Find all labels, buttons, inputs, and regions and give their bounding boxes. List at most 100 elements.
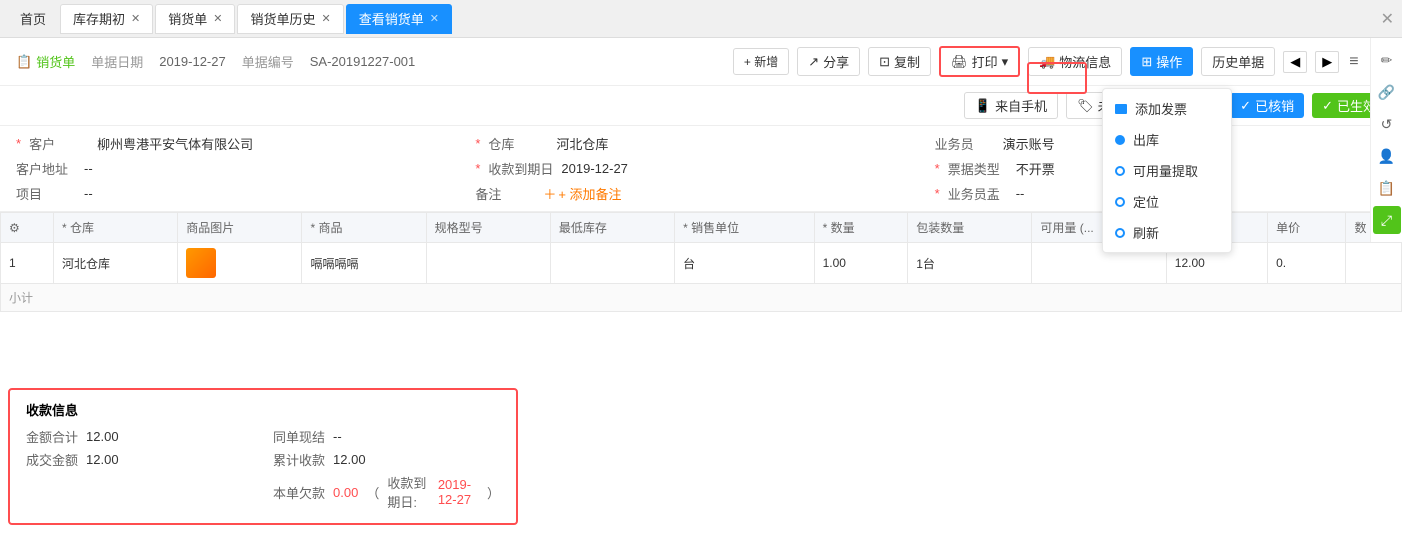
from-phone-button[interactable]: 📱 来自手机 <box>964 92 1058 119</box>
subtotal-row: 小计 <box>1 284 1402 312</box>
customer-value: 柳州粤港平安气体有限公司 <box>97 134 253 153</box>
add-invoice-label: 添加发票 <box>1135 99 1187 118</box>
cell-unit: 台 <box>675 243 815 284</box>
share-button[interactable]: ↗ 分享 <box>797 47 860 76</box>
sidebar-icon-edit[interactable]: ✏ <box>1373 46 1401 74</box>
logistics-button[interactable]: 🚚 物流信息 <box>1028 47 1122 76</box>
cumulative-label: 累计收款 <box>273 450 325 469</box>
cell-qty: 1.00 <box>814 243 908 284</box>
tab-close-sales[interactable]: ✕ <box>213 12 222 25</box>
grid-icon: ⊞ <box>1141 54 1152 70</box>
operation-button[interactable]: ⊞ 操作 <box>1130 47 1193 76</box>
right-sidebar: ✏ 🔗 ↺ 👤 📋 ⤢ <box>1370 38 1402 242</box>
same-settlement-value: -- <box>333 429 342 444</box>
subtotal-label: 小计 <box>1 284 1402 312</box>
warehouse-label: 仓库 <box>488 134 548 153</box>
dropdown-item-available-pickup[interactable]: 可用量提取 <box>1103 155 1231 186</box>
customer-group: * 客户 柳州粤港平安气体有限公司 <box>16 134 467 153</box>
cell-img <box>178 243 302 284</box>
outbound-icon <box>1115 135 1125 145</box>
history-label: 历史单据 <box>1212 52 1264 71</box>
cell-product: 嗝嗝嗝嗝 <box>302 243 426 284</box>
due-date-label: 收款到期日: <box>387 473 429 511</box>
print-button[interactable]: 🖨 打印 ▾ <box>939 46 1020 77</box>
project-value: -- <box>84 186 204 201</box>
tab-view-sales[interactable]: 查看销货单 ✕ <box>346 4 452 34</box>
payment-section: 收款信息 金额合计 12.00 成交金额 12.00 同单现结 -- 累计收款 … <box>8 388 518 525</box>
doc-type-label: 销货单 <box>36 52 75 71</box>
toolbar: + 新增 ↗ 分享 ⊡ 复制 🖨 打印 ▾ 🚚 物流信息 ⊞ 操作 <box>733 46 1386 77</box>
dropdown-item-outbound[interactable]: 出库 <box>1103 124 1231 155</box>
sidebar-icon-clipboard[interactable]: 📋 <box>1373 174 1401 202</box>
sidebar-icon-refresh[interactable]: ↺ <box>1373 110 1401 138</box>
dropdown-item-location[interactable]: 定位 <box>1103 186 1231 217</box>
payment-date-value: 2019-12-27 <box>561 161 681 176</box>
cell-amount <box>1346 243 1402 284</box>
cell-price: 0. <box>1268 243 1346 284</box>
refresh-icon <box>1115 228 1125 238</box>
copy-button[interactable]: ⊡ 复制 <box>868 47 931 76</box>
note-group: 备注 ＋ + 添加备注 <box>475 184 926 203</box>
tab-home[interactable]: 首页 <box>8 9 58 28</box>
share-label: 分享 <box>823 52 849 71</box>
staff-label: 业务员 <box>935 134 995 153</box>
warehouse-group: * 仓库 河北仓库 <box>475 134 926 153</box>
cell-warehouse: 河北仓库 <box>54 243 178 284</box>
sidebar-icon-user[interactable]: 👤 <box>1373 142 1401 170</box>
prev-button[interactable]: ◀ <box>1283 51 1307 73</box>
copy-icon: ⊡ <box>879 54 890 70</box>
current-owed-value: 0.00 <box>333 485 358 500</box>
location-label: 定位 <box>1133 192 1159 211</box>
doc-icon-symbol: 📋 <box>16 54 32 70</box>
copy-label: 复制 <box>894 52 920 71</box>
tab-close-inventory[interactable]: ✕ <box>131 12 140 25</box>
tab-close-view[interactable]: ✕ <box>430 12 439 25</box>
dropdown-item-add-invoice[interactable]: 添加发票 <box>1103 93 1231 124</box>
col-price: 单价 <box>1268 213 1346 243</box>
tab-label: 销货单历史 <box>250 9 315 28</box>
col-img: 商品图片 <box>178 213 302 243</box>
logistics-label: 物流信息 <box>1059 52 1111 71</box>
col-warehouse: * 仓库 <box>54 213 178 243</box>
cell-pack-qty: 1台 <box>908 243 1032 284</box>
tab-label: 查看销货单 <box>359 9 424 28</box>
payment-right: 同单现结 -- 累计收款 12.00 本单欠款 0.00 （ 收款到期日: 20… <box>273 425 500 513</box>
address-label: 客户地址 <box>16 159 76 178</box>
add-note-button[interactable]: ＋ + 添加备注 <box>543 184 621 203</box>
phone-icon: 📱 <box>975 98 991 114</box>
tab-sales-order[interactable]: 销货单 ✕ <box>155 4 235 34</box>
cell-index: 1 <box>1 243 54 284</box>
address-value: -- <box>84 161 204 176</box>
close-all-button[interactable]: ✕ <box>1381 9 1394 29</box>
tab-close-history[interactable]: ✕ <box>322 12 331 25</box>
staff2-label: 业务员盂 <box>948 184 1008 203</box>
doc-header: 📋 销货单 单据日期 2019-12-27 单据编号 SA-20191227-0… <box>0 38 1402 86</box>
operation-dropdown: 添加发票 出库 可用量提取 定位 刷新 <box>1102 88 1232 253</box>
project-group: 项目 -- <box>16 184 467 203</box>
sidebar-icon-link[interactable]: 🔗 <box>1373 78 1401 106</box>
new-button[interactable]: + 新增 <box>733 48 789 75</box>
ticket-label: 票据类型 <box>948 159 1008 178</box>
same-settlement-row: 同单现结 -- <box>273 425 500 448</box>
amount-value: 12.00 <box>86 429 119 444</box>
tab-label: 库存期初 <box>73 9 125 28</box>
ticket-icon: 🏷 <box>1077 98 1094 114</box>
amount-label: 金额合计 <box>26 427 78 446</box>
tab-inventory-init[interactable]: 库存期初 ✕ <box>60 4 153 34</box>
next-button[interactable]: ▶ <box>1315 51 1339 73</box>
number-label: 单据编号 <box>242 52 294 71</box>
add-invoice-icon <box>1115 104 1127 114</box>
customer-label: 客户 <box>29 134 89 153</box>
check-circle-icon: ✓ <box>1240 98 1251 114</box>
print-label: 打印 <box>972 52 998 71</box>
history-button[interactable]: 历史单据 <box>1201 47 1275 76</box>
available-pickup-icon <box>1115 166 1125 176</box>
current-owed-label: 本单欠款 <box>273 483 325 502</box>
cell-min-stock <box>550 243 674 284</box>
location-icon <box>1115 197 1125 207</box>
sidebar-icon-expand[interactable]: ⤢ <box>1373 206 1401 234</box>
tab-sales-history[interactable]: 销货单历史 ✕ <box>237 4 343 34</box>
truck-icon: 🚚 <box>1039 54 1055 70</box>
dropdown-item-refresh[interactable]: 刷新 <box>1103 217 1231 248</box>
list-view-button[interactable]: ≡ <box>1347 51 1360 73</box>
